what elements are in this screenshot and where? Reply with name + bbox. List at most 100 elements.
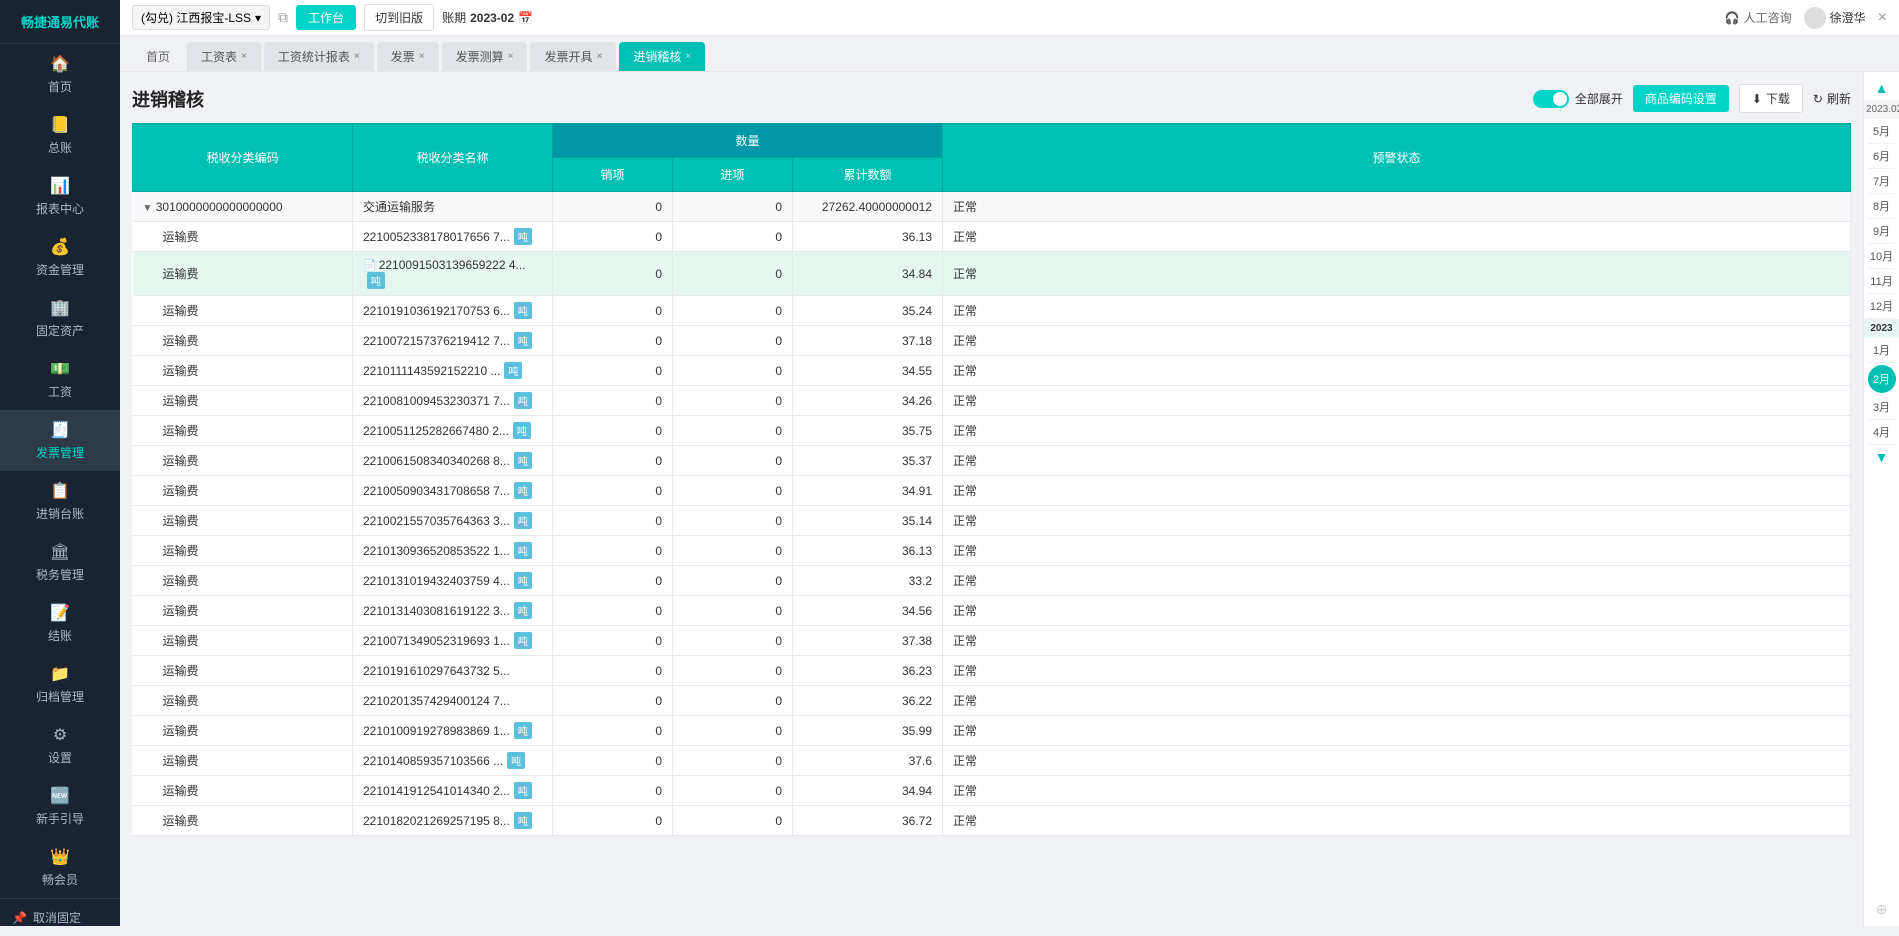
cell-sales: 0 [553, 222, 673, 252]
tab-invoice-open[interactable]: 发票开具× [530, 42, 616, 71]
sidebar-item-settlement[interactable]: 📝 结账 [0, 593, 120, 654]
table-row[interactable]: 运输费 2210100919278983869 1...吨 0 0 35.99 … [133, 716, 1851, 746]
table-row[interactable]: 运输费 2210081009453230371 7...吨 0 0 34.26 … [133, 386, 1851, 416]
tab-payroll-stats[interactable]: 工资统计报表× [264, 42, 374, 71]
settings-icon: ⚙ [53, 725, 67, 745]
cell-name: 运输费 [133, 776, 353, 806]
table-row[interactable]: 运输费 2210182021269257195 8...吨 0 0 36.72 … [133, 806, 1851, 836]
table-row[interactable]: 运输费 2210140859357103566 ...吨 0 0 37.6 正常 [133, 746, 1851, 776]
calendar-down-arrow[interactable]: ▼ [1871, 445, 1893, 469]
tab-home[interactable]: 首页 [132, 42, 184, 71]
table-row[interactable]: 运输费 2210052338178017656 7...吨 0 0 36.13 … [133, 222, 1851, 252]
calendar-month[interactable]: 2月 [1868, 365, 1896, 393]
table-row[interactable]: 运输费 2210130936520853522 1...吨 0 0 36.13 … [133, 536, 1851, 566]
tab-close-invoice-open[interactable]: × [596, 51, 602, 62]
download-label: 下载 [1766, 90, 1790, 107]
dropdown-icon: ▾ [255, 11, 261, 25]
tab-close-jxsr[interactable]: × [685, 51, 691, 62]
sidebar-item-archive[interactable]: 📁 归档管理 [0, 654, 120, 715]
close-window-button[interactable]: × [1878, 9, 1887, 27]
company-selector[interactable]: (勾兑) 江西报宝-LSS ▾ [132, 5, 270, 30]
user-info[interactable]: 徐澄华 [1804, 7, 1866, 29]
table-row[interactable]: 运输费 2210051125282667480 2...吨 0 0 35.75 … [133, 416, 1851, 446]
tab-close-payroll[interactable]: × [241, 51, 247, 62]
cell-name: 运输费 [133, 386, 353, 416]
download-button[interactable]: ⬇ 下载 [1739, 84, 1803, 113]
calendar-month[interactable]: 10月 [1868, 244, 1895, 269]
table-row[interactable]: 运输费 2210071349052319693 1...吨 0 0 37.38 … [133, 626, 1851, 656]
tab-payroll[interactable]: 工资表× [187, 42, 261, 71]
tab-close-invoice-calc[interactable]: × [508, 51, 514, 62]
switch-button[interactable]: 切到旧版 [364, 4, 434, 31]
sidebar-item-home[interactable]: 🏠 首页 [0, 44, 120, 105]
cell-sales: 0 [553, 776, 673, 806]
tab-invoice-calc[interactable]: 发票测算× [442, 42, 528, 71]
sidebar-item-label: 发票管理 [36, 444, 84, 461]
archive-icon: 📁 [50, 664, 70, 684]
table-row[interactable]: 运输费 2210111143592152210 ...吨 0 0 34.55 正… [133, 356, 1851, 386]
th-quantity: 数量 [553, 124, 943, 158]
sidebar-item-reports[interactable]: 📊 报表中心 [0, 166, 120, 227]
table-row[interactable]: 运输费 2210131403081619122 3...吨 0 0 34.56 … [133, 596, 1851, 626]
worktable-button[interactable]: 工作台 [296, 5, 356, 30]
table-row[interactable]: 运输费 2210050903431708658 7...吨 0 0 34.91 … [133, 476, 1851, 506]
calendar-icon[interactable]: 📅 [518, 11, 533, 25]
tab-invoice[interactable]: 发票× [377, 42, 439, 71]
calendar-up-arrow[interactable]: ▲ [1871, 76, 1893, 100]
copy-icon[interactable]: ⧉ [278, 9, 288, 26]
calendar-month[interactable]: 6月 [1868, 144, 1895, 169]
toggle-track[interactable] [1533, 90, 1569, 108]
calendar-month[interactable]: 5月 [1868, 119, 1895, 144]
cell-status: 正常 [943, 326, 1851, 356]
table-row[interactable]: ▼ 3010000000000000000 交通运输服务 0 0 27262.4… [133, 192, 1851, 222]
sidebar-item-member[interactable]: 👑 畅会员 [0, 837, 120, 898]
sidebar-item-ledger[interactable]: 📒 总账 [0, 105, 120, 166]
cell-name: 运输费 [133, 596, 353, 626]
unpin-button[interactable]: 📌 取消固定 [0, 899, 120, 936]
calendar-month[interactable]: 12月 [1868, 294, 1895, 319]
unit-tag: 吨 [514, 602, 532, 619]
table-row[interactable]: 运输费 📄2210091503139659222 4...吨 0 0 34.84… [133, 252, 1851, 296]
sidebar-item-capital[interactable]: 💰 资金管理 [0, 227, 120, 288]
calendar-month[interactable]: 11月 [1868, 269, 1895, 294]
tab-close-payroll-stats[interactable]: × [354, 51, 360, 62]
sidebar-item-salary[interactable]: 💵 工资 [0, 349, 120, 410]
calendar-month[interactable]: 3月 [1868, 395, 1896, 420]
calendar-month[interactable]: 4月 [1868, 420, 1896, 445]
calendar-month[interactable]: 7月 [1868, 169, 1895, 194]
table-row[interactable]: 运输费 2210191036192170753 6...吨 0 0 35.24 … [133, 296, 1851, 326]
tab-jxsr[interactable]: 进销稽核× [619, 42, 705, 71]
cell-input: 0 [673, 656, 793, 686]
table-row[interactable]: 运输费 2210191610297643732 5... 0 0 36.23 正… [133, 656, 1851, 686]
sidebar-item-settings[interactable]: ⚙ 设置 [0, 715, 120, 776]
table-row[interactable]: 运输费 2210021557035764363 3...吨 0 0 35.14 … [133, 506, 1851, 536]
page-header: 进销稽核 全部展开 商品编码设置 ⬇ 下载 ↻ 刷 [132, 84, 1851, 113]
calendar-month[interactable]: 8月 [1868, 194, 1895, 219]
settings-button[interactable]: 商品编码设置 [1633, 85, 1729, 112]
service-button[interactable]: 🎧 人工咨询 [1725, 9, 1792, 26]
calendar-month[interactable]: 9月 [1868, 219, 1895, 244]
table-row[interactable]: 运输费 2210131019432403759 4...吨 0 0 33.2 正… [133, 566, 1851, 596]
sidebar-item-trade-account[interactable]: 📋 进销台账 [0, 471, 120, 532]
cell-input: 0 [673, 222, 793, 252]
table-row[interactable]: 运输费 2210072157376219412 7...吨 0 0 37.18 … [133, 326, 1851, 356]
table-row[interactable]: 运输费 2210141912541014340 2...吨 0 0 34.94 … [133, 776, 1851, 806]
table-row[interactable]: 运输费 2210061508340340268 8...吨 0 0 35.37 … [133, 446, 1851, 476]
table-row[interactable]: 运输费 2210201357429400124 7... 0 0 36.22 正… [133, 686, 1851, 716]
expand-toggle[interactable]: 全部展开 [1533, 90, 1623, 108]
sidebar: 畅捷通易代账 🏠 首页 📒 总账 📊 报表中心 💰 资金管理 🏢 固定资产 💵 … [0, 0, 120, 926]
sidebar-item-guide[interactable]: 🆕 新手引导 [0, 776, 120, 837]
reports-icon: 📊 [50, 176, 70, 196]
sidebar-item-invoice-mgmt[interactable]: 🧾 发票管理 [0, 410, 120, 471]
unit-tag: 吨 [514, 632, 532, 649]
period-info: 账期 2023-02 📅 [442, 9, 533, 26]
cell-cumulative: 37.38 [793, 626, 943, 656]
calendar-month[interactable]: 1月 [1868, 338, 1896, 363]
sidebar-expand-button[interactable]: ⊕ [1872, 897, 1892, 922]
cell-invoice: 2210111143592152210 ...吨 [353, 356, 553, 386]
cell-cumulative: 34.94 [793, 776, 943, 806]
tab-close-invoice[interactable]: × [419, 51, 425, 62]
refresh-button[interactable]: ↻ 刷新 [1813, 90, 1851, 107]
sidebar-item-assets[interactable]: 🏢 固定资产 [0, 288, 120, 349]
sidebar-item-tax-mgmt[interactable]: 🏛 税务管理 [0, 532, 120, 593]
